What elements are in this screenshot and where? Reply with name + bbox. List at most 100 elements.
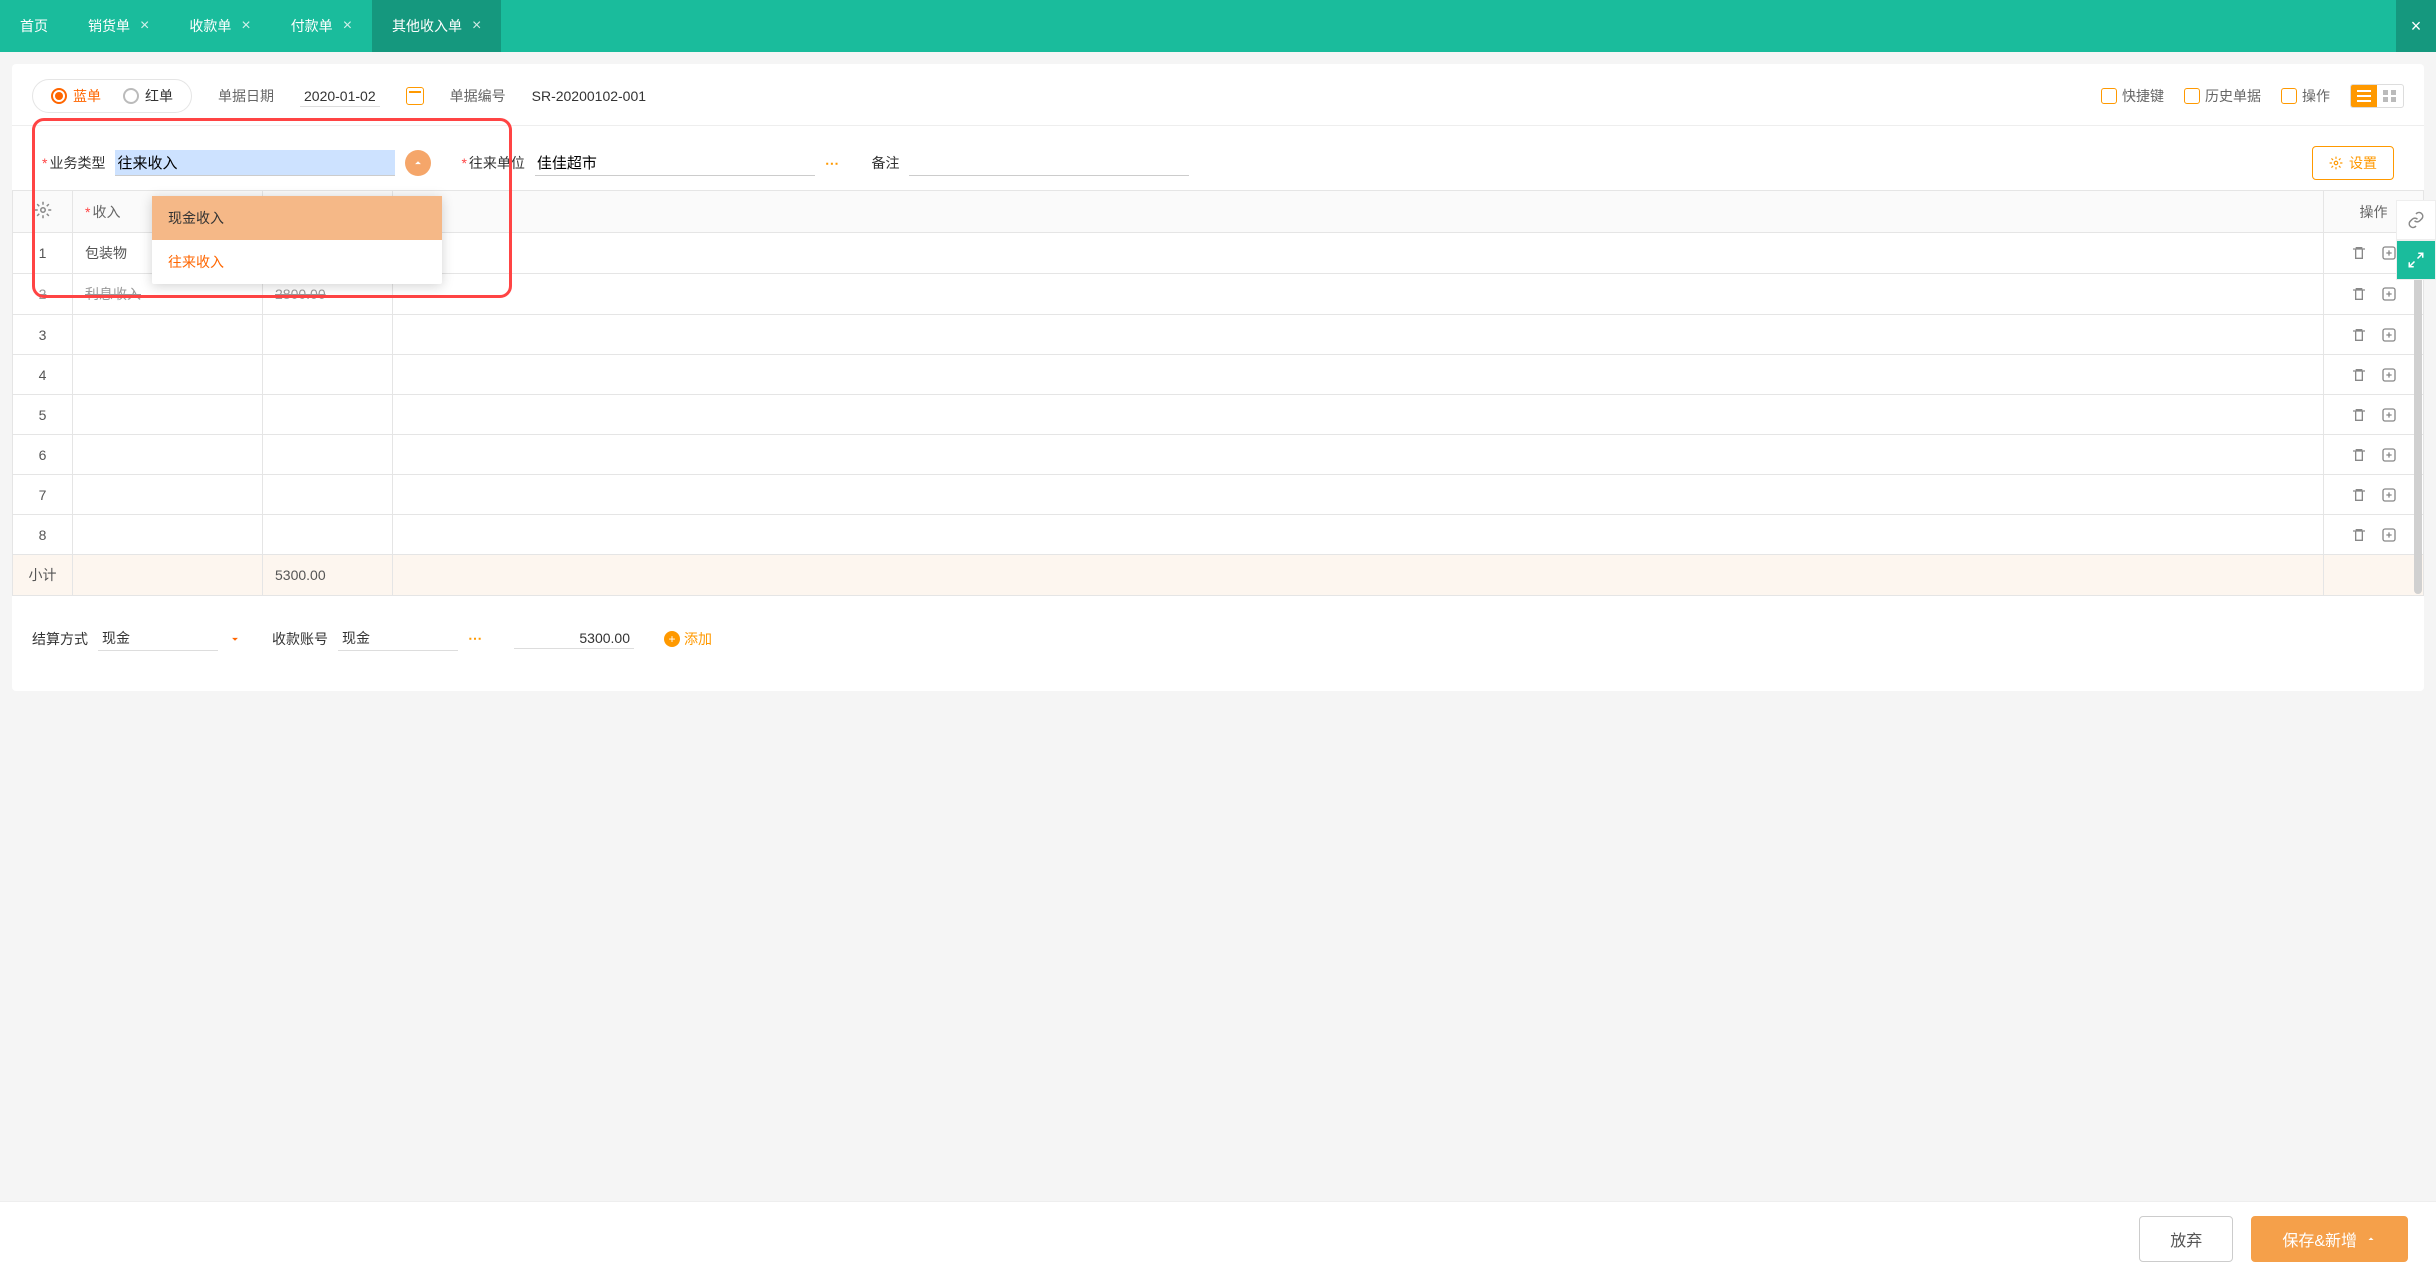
biz-type-input[interactable] [115, 150, 395, 176]
row-income[interactable] [73, 435, 263, 475]
row-amount[interactable] [263, 475, 393, 515]
remark-field: 备注 [871, 150, 1189, 176]
col-gear[interactable] [13, 191, 73, 233]
account-field: 收款账号 现金 ⋯ [272, 626, 484, 651]
add-row-icon[interactable] [2380, 326, 2398, 344]
delete-icon[interactable] [2350, 244, 2368, 262]
remark-input[interactable] [909, 150, 1189, 176]
row-remark[interactable] [393, 515, 2324, 555]
table-row[interactable]: 8 [13, 515, 2424, 555]
subtotal-value: 5300.00 [263, 555, 393, 596]
add-row-icon[interactable] [2380, 285, 2398, 303]
more-icon[interactable]: ⋯ [468, 630, 484, 647]
save-button[interactable]: 保存&新增 [2251, 1216, 2408, 1262]
remark-label: 备注 [871, 153, 899, 173]
expand-tool-button[interactable] [2396, 240, 2436, 280]
bill-date-value[interactable]: 2020-01-02 [300, 86, 380, 107]
radio-red[interactable]: 红单 [123, 86, 173, 106]
history-button[interactable]: 历史单据 [2184, 86, 2261, 106]
delete-icon[interactable] [2350, 486, 2368, 504]
biz-type-label: 业务类型 [49, 155, 105, 171]
table-row[interactable]: 7 [13, 475, 2424, 515]
add-row-icon[interactable] [2380, 244, 2398, 262]
add-row-icon[interactable] [2380, 366, 2398, 384]
dropdown-option[interactable]: 现金收入 [152, 196, 442, 240]
row-income[interactable] [73, 355, 263, 395]
close-icon[interactable]: × [241, 17, 250, 35]
settings-button[interactable]: 设置 [2312, 146, 2394, 180]
operations-button[interactable]: 操作 [2281, 86, 2330, 106]
row-index: 6 [13, 435, 73, 475]
row-remark[interactable] [393, 395, 2324, 435]
row-index: 7 [13, 475, 73, 515]
close-icon[interactable]: × [472, 17, 481, 35]
card-view-icon[interactable] [2377, 85, 2403, 107]
close-icon[interactable]: × [343, 17, 352, 35]
delete-icon[interactable] [2350, 366, 2368, 384]
tab-receipt[interactable]: 收款单× [169, 0, 270, 52]
more-icon[interactable]: ⋯ [825, 155, 841, 172]
settle-method-field: 结算方式 现金 [32, 626, 242, 651]
bill-no-label: 单据编号 [450, 86, 506, 106]
add-row-icon[interactable] [2380, 486, 2398, 504]
row-amount[interactable] [263, 395, 393, 435]
party-field: *往来单位 ⋯ [461, 150, 841, 176]
chevron-up-icon[interactable] [405, 150, 431, 176]
settle-value[interactable]: 现金 [98, 626, 218, 651]
discard-button[interactable]: 放弃 [2139, 1216, 2233, 1262]
row-remark[interactable] [393, 274, 2324, 315]
shortcut-button[interactable]: 快捷键 [2101, 86, 2164, 106]
row-amount[interactable] [263, 515, 393, 555]
table-row[interactable]: 6 [13, 435, 2424, 475]
account-value[interactable]: 现金 [338, 626, 458, 651]
delete-icon[interactable] [2350, 446, 2368, 464]
row-remark[interactable] [393, 355, 2324, 395]
party-label: 往来单位 [469, 155, 525, 171]
row-index: 3 [13, 315, 73, 355]
amount-value[interactable]: 5300.00 [514, 628, 634, 649]
party-input[interactable] [535, 150, 815, 176]
window-close-button[interactable]: × [2396, 0, 2436, 52]
delete-icon[interactable] [2350, 406, 2368, 424]
row-remark[interactable] [393, 475, 2324, 515]
row-remark[interactable] [393, 315, 2324, 355]
row-income[interactable] [73, 515, 263, 555]
link-tool-button[interactable] [2396, 200, 2436, 240]
add-row-icon[interactable] [2380, 446, 2398, 464]
row-amount[interactable] [263, 435, 393, 475]
table-row[interactable]: 4 [13, 355, 2424, 395]
row-remark[interactable] [393, 233, 2324, 274]
row-amount[interactable] [263, 315, 393, 355]
tab-home[interactable]: 首页 [0, 0, 68, 52]
radio-blue[interactable]: 蓝单 [51, 86, 101, 106]
tab-payment[interactable]: 付款单× [271, 0, 372, 52]
settle-label: 结算方式 [32, 629, 88, 649]
add-button[interactable]: + 添加 [664, 629, 712, 649]
row-amount[interactable] [263, 355, 393, 395]
calendar-icon[interactable] [406, 87, 424, 105]
row-income[interactable] [73, 475, 263, 515]
vertical-scrollbar[interactable] [2414, 254, 2422, 594]
add-row-icon[interactable] [2380, 406, 2398, 424]
delete-icon[interactable] [2350, 526, 2368, 544]
tab-other-income[interactable]: 其他收入单× [372, 0, 501, 52]
side-tools [2396, 200, 2436, 280]
close-icon[interactable]: × [140, 17, 149, 35]
view-toggle[interactable] [2350, 84, 2404, 108]
delete-icon[interactable] [2350, 285, 2368, 303]
delete-icon[interactable] [2350, 326, 2368, 344]
chevron-down-icon[interactable] [228, 632, 242, 646]
tab-bar: 首页 销货单× 收款单× 付款单× 其他收入单× × [0, 0, 2436, 52]
tab-sales[interactable]: 销货单× [68, 0, 169, 52]
table-row[interactable]: 3 [13, 315, 2424, 355]
row-income[interactable] [73, 315, 263, 355]
row-income[interactable] [73, 395, 263, 435]
dropdown-option[interactable]: 往来收入 [152, 240, 442, 284]
list-view-icon[interactable] [2351, 85, 2377, 107]
row-index: 1 [13, 233, 73, 274]
row-index: 5 [13, 395, 73, 435]
row-remark[interactable] [393, 435, 2324, 475]
table-row[interactable]: 5 [13, 395, 2424, 435]
bottom-fields: 结算方式 现金 收款账号 现金 ⋯ 5300.00 + 添加 [12, 596, 2424, 691]
add-row-icon[interactable] [2380, 526, 2398, 544]
